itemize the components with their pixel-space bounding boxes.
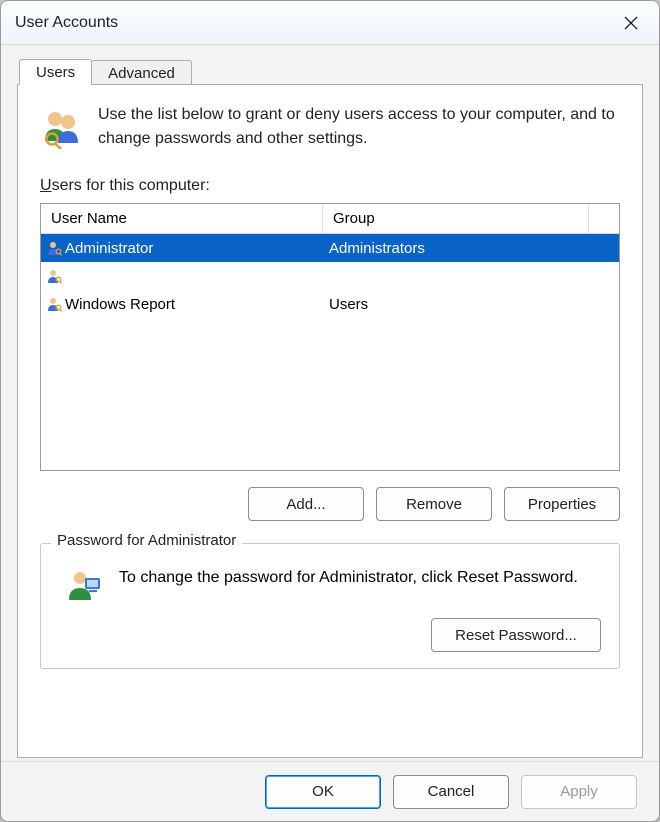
listview-body: Administrator Administrators bbox=[41, 234, 619, 470]
close-icon bbox=[624, 16, 638, 30]
close-button[interactable] bbox=[603, 1, 659, 45]
user-icon bbox=[47, 296, 63, 312]
tabpage-users: Use the list below to grant or deny user… bbox=[17, 84, 643, 758]
table-row[interactable]: Windows Report Users bbox=[41, 290, 619, 318]
users-listview[interactable]: User Name Group Administrator bbox=[40, 203, 620, 471]
column-header-padding bbox=[589, 204, 619, 233]
table-row[interactable]: Administrator Administrators bbox=[41, 234, 619, 262]
intro-row: Use the list below to grant or deny user… bbox=[40, 103, 620, 151]
password-user-icon bbox=[65, 568, 101, 604]
user-name: Windows Report bbox=[65, 296, 175, 313]
table-row[interactable] bbox=[41, 262, 619, 290]
password-legend: Password for Administrator bbox=[51, 532, 242, 549]
add-button[interactable]: Add... bbox=[248, 487, 364, 521]
password-groupbox: Password for Administrator To change the… bbox=[40, 543, 620, 669]
listview-header: User Name Group bbox=[41, 204, 619, 234]
user-name: Administrator bbox=[65, 240, 153, 257]
tab-label: Users bbox=[36, 64, 75, 81]
user-buttons-row: Add... Remove Properties bbox=[40, 487, 620, 521]
user-group: Users bbox=[329, 296, 368, 313]
ok-button[interactable]: OK bbox=[265, 775, 381, 809]
window-title: User Accounts bbox=[15, 14, 603, 32]
intro-text: Use the list below to grant or deny user… bbox=[98, 103, 620, 151]
cancel-button[interactable]: Cancel bbox=[393, 775, 509, 809]
tab-users[interactable]: Users bbox=[19, 59, 92, 85]
remove-button[interactable]: Remove bbox=[376, 487, 492, 521]
user-icon bbox=[47, 240, 63, 256]
tab-advanced[interactable]: Advanced bbox=[91, 60, 192, 85]
tab-label: Advanced bbox=[108, 65, 175, 82]
client-area: Users Advanced Use the lis bbox=[1, 45, 659, 761]
column-header-username[interactable]: User Name bbox=[41, 204, 323, 233]
password-text: To change the password for Administrator… bbox=[119, 566, 601, 604]
tabstrip: Users Advanced bbox=[17, 55, 643, 85]
dialog-footer: OK Cancel Apply bbox=[1, 761, 659, 821]
titlebar: User Accounts bbox=[1, 1, 659, 45]
user-accounts-window: User Accounts Users Advanced bbox=[0, 0, 660, 822]
user-group: Administrators bbox=[329, 240, 425, 257]
user-icon bbox=[47, 268, 63, 284]
reset-password-button[interactable]: Reset Password... bbox=[431, 618, 601, 652]
list-label-text: sers for this computer: bbox=[52, 177, 210, 194]
column-header-group[interactable]: Group bbox=[323, 204, 589, 233]
apply-button[interactable]: Apply bbox=[521, 775, 637, 809]
user-accounts-icon bbox=[40, 107, 82, 149]
list-label-accel: U bbox=[40, 177, 52, 194]
properties-button[interactable]: Properties bbox=[504, 487, 620, 521]
users-list-label: Users for this computer: bbox=[40, 177, 620, 195]
